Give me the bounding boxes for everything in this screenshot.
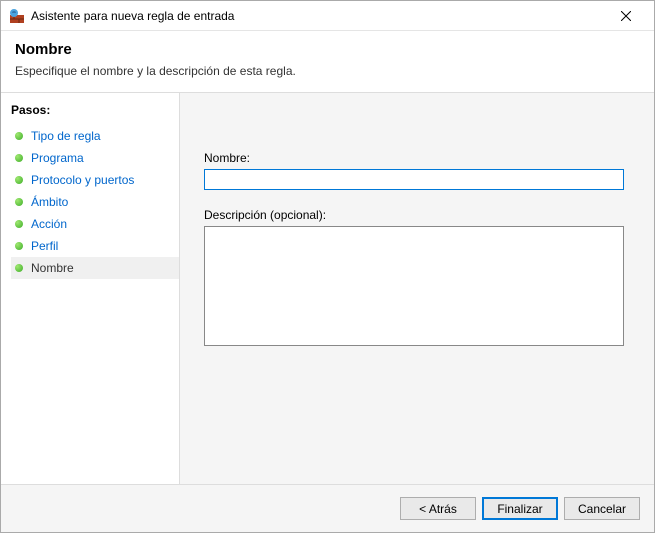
step-item-2[interactable]: Protocolo y puertos — [11, 169, 179, 191]
step-label: Acción — [31, 217, 67, 231]
description-field-group: Descripción (opcional): — [204, 208, 630, 349]
step-bullet-icon — [15, 220, 23, 228]
titlebar: Asistente para nueva regla de entrada — [1, 1, 654, 31]
wizard-header: Nombre Especifique el nombre y la descri… — [1, 31, 654, 93]
window-title: Asistente para nueva regla de entrada — [31, 9, 606, 23]
step-item-0[interactable]: Tipo de regla — [11, 125, 179, 147]
step-bullet-icon — [15, 154, 23, 162]
step-label: Ámbito — [31, 195, 68, 209]
step-bullet-icon — [15, 198, 23, 206]
step-label: Protocolo y puertos — [31, 173, 134, 187]
step-bullet-icon — [15, 264, 23, 272]
step-label: Programa — [31, 151, 84, 165]
back-button[interactable]: < Atrás — [400, 497, 476, 520]
step-item-3[interactable]: Ámbito — [11, 191, 179, 213]
finish-button[interactable]: Finalizar — [482, 497, 558, 520]
step-label: Perfil — [31, 239, 58, 253]
button-bar: < Atrás Finalizar Cancelar — [1, 484, 654, 532]
steps-heading: Pasos: — [11, 103, 179, 117]
step-bullet-icon — [15, 242, 23, 250]
close-icon — [621, 11, 631, 21]
step-label: Tipo de regla — [31, 129, 101, 143]
description-textarea[interactable] — [204, 226, 624, 346]
description-label: Descripción (opcional): — [204, 208, 630, 222]
name-field-group: Nombre: — [204, 151, 630, 190]
close-button[interactable] — [606, 2, 646, 30]
firewall-icon — [9, 8, 25, 24]
main-pane: Nombre: Descripción (opcional): — [179, 93, 654, 484]
name-label: Nombre: — [204, 151, 630, 165]
step-item-1[interactable]: Programa — [11, 147, 179, 169]
page-subtitle: Especifique el nombre y la descripción d… — [15, 64, 640, 78]
wizard-body: Pasos: Tipo de regla Programa Protocolo y … — [1, 93, 654, 484]
step-item-6[interactable]: Nombre — [11, 257, 179, 279]
cancel-button[interactable]: Cancelar — [564, 497, 640, 520]
step-item-5[interactable]: Perfil — [11, 235, 179, 257]
step-bullet-icon — [15, 132, 23, 140]
page-heading: Nombre — [15, 41, 640, 58]
name-input[interactable] — [204, 169, 624, 190]
step-label: Nombre — [31, 261, 74, 275]
step-item-4[interactable]: Acción — [11, 213, 179, 235]
steps-sidebar: Pasos: Tipo de regla Programa Protocolo y … — [1, 93, 179, 484]
wizard-window: Asistente para nueva regla de entrada No… — [0, 0, 655, 533]
step-bullet-icon — [15, 176, 23, 184]
